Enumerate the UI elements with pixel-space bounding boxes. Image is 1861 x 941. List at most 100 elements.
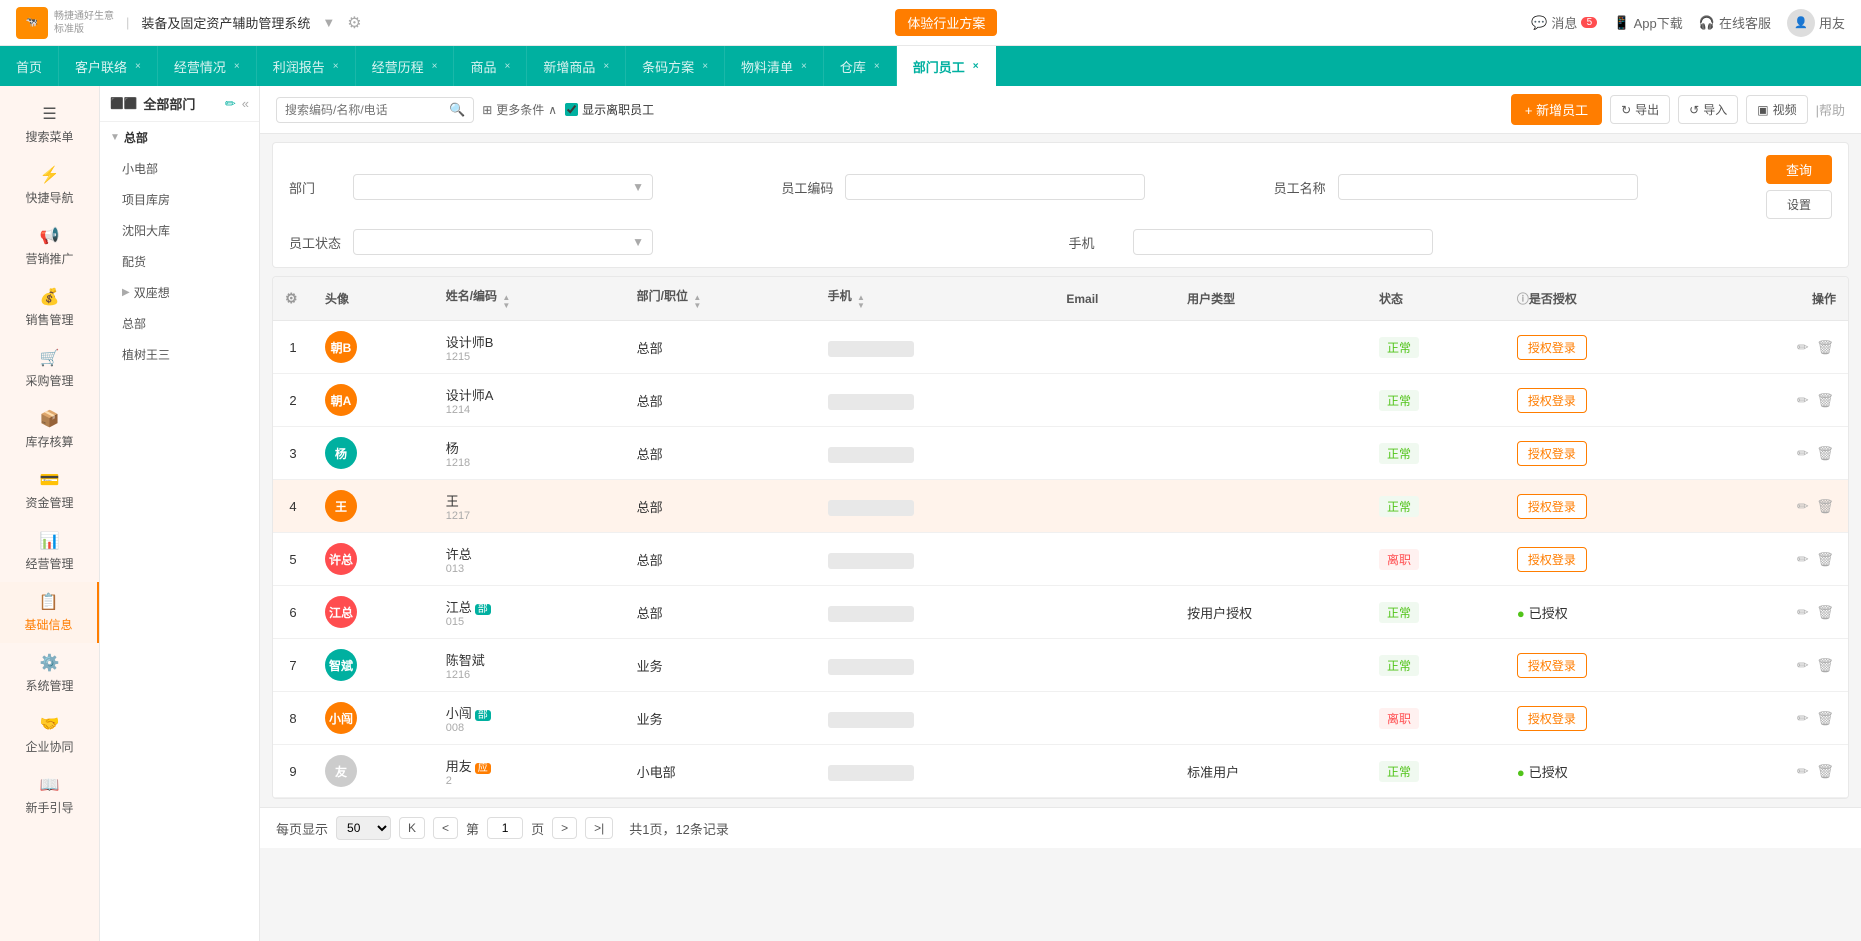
tab-barcode-close[interactable]: ×: [702, 61, 708, 72]
edit-icon[interactable]: ✏: [1797, 604, 1809, 620]
tab-bom-close[interactable]: ×: [801, 61, 807, 72]
nav-marketing[interactable]: 📢 营销推广: [0, 216, 99, 277]
help-btn[interactable]: |帮助: [1816, 100, 1845, 119]
sort-phone-icon[interactable]: ▲▼: [857, 294, 865, 310]
show-resigned-label[interactable]: 显示离职员工: [565, 101, 654, 118]
edit-icon[interactable]: ✏: [1797, 551, 1809, 567]
show-resigned-checkbox[interactable]: [565, 103, 578, 116]
tab-barcode[interactable]: 条码方案 ×: [626, 46, 725, 86]
tab-goods[interactable]: 商品 ×: [454, 46, 527, 86]
delete-icon[interactable]: 🗑: [1816, 392, 1834, 408]
nav-business[interactable]: 📊 经营管理: [0, 521, 99, 582]
dept-item-xiangmu[interactable]: 项目库房: [100, 184, 259, 215]
tab-bom[interactable]: 物料清单 ×: [725, 46, 824, 86]
filter-dept-select[interactable]: ▼: [353, 174, 653, 200]
dept-item-zhishu[interactable]: 植树王三: [100, 339, 259, 370]
dept-item-xiaodian[interactable]: 小电部: [100, 153, 259, 184]
delete-icon[interactable]: 🗑: [1816, 445, 1834, 461]
delete-icon[interactable]: 🗑: [1816, 710, 1834, 726]
tab-employees[interactable]: 部门员工 ×: [897, 46, 996, 86]
delete-icon[interactable]: 🗑: [1816, 657, 1834, 673]
search-input[interactable]: [285, 103, 445, 117]
filter-phone-input[interactable]: [1133, 229, 1433, 255]
page-input[interactable]: [487, 817, 523, 839]
tab-home[interactable]: 首页: [0, 46, 59, 86]
message-action[interactable]: 💬 消息 5: [1531, 13, 1597, 32]
auth-btn[interactable]: 授权登录: [1517, 494, 1587, 519]
edit-icon[interactable]: ✏: [1797, 763, 1809, 779]
nav-inventory[interactable]: 📦 库存核算: [0, 399, 99, 460]
search-icon[interactable]: 🔍: [449, 102, 465, 118]
filter-empname-input[interactable]: [1338, 174, 1638, 200]
edit-icon[interactable]: ✏: [1797, 445, 1809, 461]
auth-btn[interactable]: 授权登录: [1517, 441, 1587, 466]
tab-profit-close[interactable]: ×: [333, 61, 339, 72]
edit-icon[interactable]: ✏: [1797, 657, 1809, 673]
query-btn[interactable]: 查询: [1766, 155, 1832, 184]
dropdown-icon[interactable]: ▼: [322, 15, 335, 30]
dept-edit-icon[interactable]: ✏: [225, 96, 236, 112]
dept-item-peihuo[interactable]: 配货: [100, 246, 259, 277]
auth-btn[interactable]: 授权登录: [1517, 653, 1587, 678]
delete-icon[interactable]: 🗑: [1816, 604, 1834, 620]
nav-guide[interactable]: 📖 新手引导: [0, 765, 99, 826]
settings-icon[interactable]: ⚙: [285, 290, 298, 306]
online-service-action[interactable]: 🎧 在线客服: [1699, 13, 1771, 32]
tab-customer-close[interactable]: ×: [135, 61, 141, 72]
edit-icon[interactable]: ✏: [1797, 392, 1809, 408]
reset-btn[interactable]: 设置: [1766, 190, 1832, 219]
per-page-select[interactable]: 50 100: [336, 816, 391, 840]
nav-collab[interactable]: 🤝 企业协同: [0, 704, 99, 765]
filter-empcode-input[interactable]: [845, 174, 1145, 200]
tab-operation[interactable]: 经营情况 ×: [158, 46, 257, 86]
edit-icon[interactable]: ✏: [1797, 339, 1809, 355]
dept-collapse-icon[interactable]: «: [242, 96, 249, 111]
auth-btn[interactable]: 授权登录: [1517, 335, 1587, 360]
delete-icon[interactable]: 🗑: [1816, 498, 1834, 514]
experience-btn[interactable]: 体验行业方案: [895, 9, 997, 36]
add-employee-btn[interactable]: + 新增员工: [1511, 94, 1602, 125]
import-btn[interactable]: ↺ 导入: [1678, 95, 1738, 124]
sort-name-icon[interactable]: ▲▼: [502, 294, 510, 310]
auth-btn[interactable]: 授权登录: [1517, 547, 1587, 572]
sort-dept-icon[interactable]: ▲▼: [693, 294, 701, 310]
delete-icon[interactable]: 🗑: [1816, 551, 1834, 567]
dept-item-shuangzuo[interactable]: ▶ 双座想: [100, 277, 259, 308]
tab-history-close[interactable]: ×: [432, 61, 438, 72]
dept-item-shenyang[interactable]: 沈阳大库: [100, 215, 259, 246]
tab-employees-close[interactable]: ×: [973, 61, 979, 72]
prev-btn[interactable]: <: [433, 817, 458, 839]
nav-basic-info[interactable]: 📋 基础信息: [0, 582, 99, 643]
nav-search-menu[interactable]: ☰ 搜索菜单: [0, 94, 99, 155]
more-filters-btn[interactable]: ⊞ 更多条件 ∧: [482, 101, 557, 118]
tab-warehouse[interactable]: 仓库 ×: [824, 46, 897, 86]
settings-gear-icon[interactable]: ⚙: [347, 13, 361, 33]
nav-finance[interactable]: 💳 资金管理: [0, 460, 99, 521]
prev-first-btn[interactable]: K: [399, 817, 425, 839]
delete-icon[interactable]: 🗑: [1816, 763, 1834, 779]
tab-goods-close[interactable]: ×: [504, 61, 510, 72]
tab-add-goods-close[interactable]: ×: [603, 61, 609, 72]
dept-item-zongbu-root[interactable]: ▼ 总部: [100, 122, 259, 153]
dept-item-zongbu[interactable]: 总部: [100, 308, 259, 339]
next-btn[interactable]: >: [552, 817, 577, 839]
auth-btn[interactable]: 授权登录: [1517, 706, 1587, 731]
nav-sales[interactable]: 💰 销售管理: [0, 277, 99, 338]
tab-add-goods[interactable]: 新增商品 ×: [527, 46, 626, 86]
next-last-btn[interactable]: >|: [585, 817, 613, 839]
tab-profit[interactable]: 利润报告 ×: [257, 46, 356, 86]
user-action[interactable]: 👤 用友: [1787, 9, 1845, 37]
tab-history[interactable]: 经营历程 ×: [356, 46, 455, 86]
nav-system[interactable]: ⚙️ 系统管理: [0, 643, 99, 704]
auth-btn[interactable]: 授权登录: [1517, 388, 1587, 413]
tab-operation-close[interactable]: ×: [234, 61, 240, 72]
app-download-action[interactable]: 📱 App下载: [1613, 13, 1682, 32]
nav-quick-nav[interactable]: ⚡ 快捷导航: [0, 155, 99, 216]
tab-warehouse-close[interactable]: ×: [874, 61, 880, 72]
edit-icon[interactable]: ✏: [1797, 498, 1809, 514]
filter-status-select[interactable]: ▼: [353, 229, 653, 255]
export-btn[interactable]: ↻ 导出: [1610, 95, 1670, 124]
nav-purchase[interactable]: 🛒 采购管理: [0, 338, 99, 399]
edit-icon[interactable]: ✏: [1797, 710, 1809, 726]
view-btn[interactable]: ▣ 视频: [1746, 95, 1807, 124]
